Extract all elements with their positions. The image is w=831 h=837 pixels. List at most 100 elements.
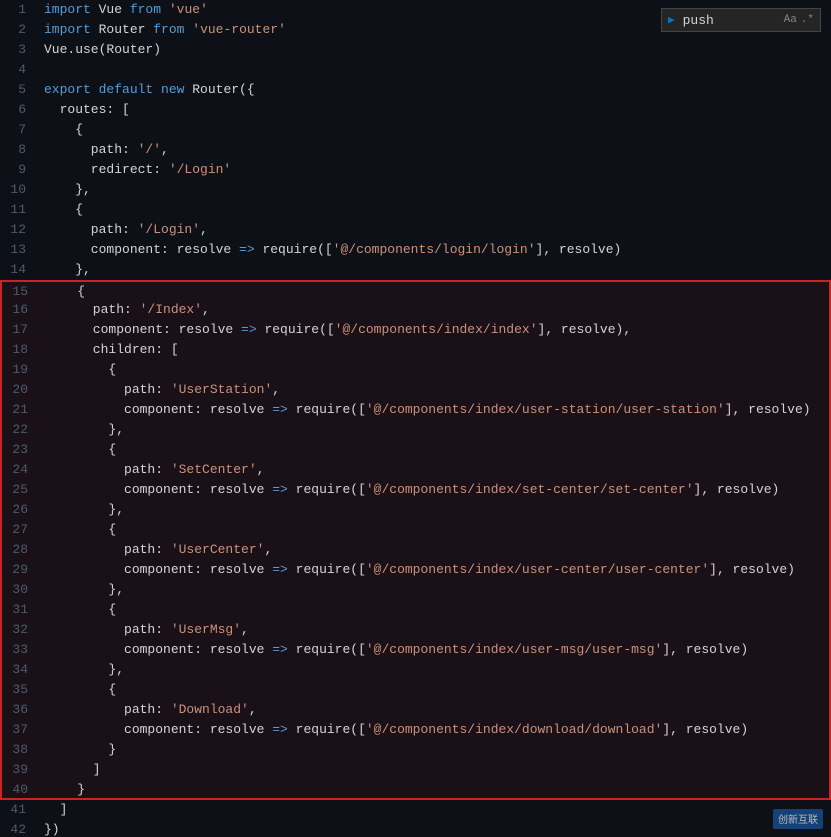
line-content: }, xyxy=(36,260,831,280)
line-number: 19 xyxy=(2,360,38,380)
line-content: { xyxy=(38,520,829,540)
code-line: 35 { xyxy=(0,680,831,700)
line-content: { xyxy=(38,600,829,620)
line-number: 2 xyxy=(0,20,36,40)
code-line: 12 path: '/Login', xyxy=(0,220,831,240)
code-line: 20 path: 'UserStation', xyxy=(0,380,831,400)
line-content: } xyxy=(38,740,829,760)
line-number: 11 xyxy=(0,200,36,220)
line-content: { xyxy=(38,680,829,700)
line-content: component: resolve => require(['@/compon… xyxy=(38,320,829,340)
code-line: 32 path: 'UserMsg', xyxy=(0,620,831,640)
line-content: export default new Router({ xyxy=(36,80,831,100)
line-number: 8 xyxy=(0,140,36,160)
line-content: path: 'UserStation', xyxy=(38,380,829,400)
line-number: 7 xyxy=(0,120,36,140)
line-content: children: [ xyxy=(38,340,829,360)
code-line: 6 routes: [ xyxy=(0,100,831,120)
line-number: 27 xyxy=(2,520,38,540)
line-number: 21 xyxy=(2,400,38,420)
line-number: 31 xyxy=(2,600,38,620)
code-line: 40 } xyxy=(0,780,831,800)
line-number: 14 xyxy=(0,260,36,280)
line-number: 3 xyxy=(0,40,36,60)
code-line: 23 { xyxy=(0,440,831,460)
line-content: path: 'SetCenter', xyxy=(38,460,829,480)
line-number: 35 xyxy=(2,680,38,700)
line-number: 4 xyxy=(0,60,36,80)
code-line: 3Vue.use(Router) xyxy=(0,40,831,60)
line-content: component: resolve => require(['@/compon… xyxy=(38,720,829,740)
code-line: 17 component: resolve => require(['@/com… xyxy=(0,320,831,340)
code-line: 16 path: '/Index', xyxy=(0,300,831,320)
line-number: 18 xyxy=(2,340,38,360)
line-number: 12 xyxy=(0,220,36,240)
line-number: 26 xyxy=(2,500,38,520)
line-number: 34 xyxy=(2,660,38,680)
code-line: 37 component: resolve => require(['@/com… xyxy=(0,720,831,740)
line-content: component: resolve => require(['@/compon… xyxy=(36,240,831,260)
code-line: 36 path: 'Download', xyxy=(0,700,831,720)
code-line: 13 component: resolve => require(['@/com… xyxy=(0,240,831,260)
code-line: 22 }, xyxy=(0,420,831,440)
code-line: 26 }, xyxy=(0,500,831,520)
line-content: } xyxy=(38,780,829,800)
code-line: 33 component: resolve => require(['@/com… xyxy=(0,640,831,660)
line-number: 25 xyxy=(2,480,38,500)
line-content: Vue.use(Router) xyxy=(36,40,831,60)
line-number: 41 xyxy=(0,800,36,820)
code-line: 7 { xyxy=(0,120,831,140)
line-content: path: '/Index', xyxy=(38,300,829,320)
code-line: 34 }, xyxy=(0,660,831,680)
autocomplete-case-btn[interactable]: Aa xyxy=(784,14,797,26)
code-line: 10 }, xyxy=(0,180,831,200)
line-content: redirect: '/Login' xyxy=(36,160,831,180)
code-line: 5export default new Router({ xyxy=(0,80,831,100)
autocomplete-popup[interactable]: ▶ push Aa .* xyxy=(661,8,821,32)
code-line: 38 } xyxy=(0,740,831,760)
line-content: { xyxy=(38,360,829,380)
line-number: 30 xyxy=(2,580,38,600)
line-content: }, xyxy=(38,420,829,440)
line-content: path: 'Download', xyxy=(38,700,829,720)
line-content: }, xyxy=(38,580,829,600)
code-line: 28 path: 'UserCenter', xyxy=(0,540,831,560)
line-content: path: '/Login', xyxy=(36,220,831,240)
autocomplete-controls[interactable]: Aa .* xyxy=(784,14,814,26)
line-number: 40 xyxy=(2,780,38,800)
line-number: 28 xyxy=(2,540,38,560)
code-line: 31 { xyxy=(0,600,831,620)
line-number: 36 xyxy=(2,700,38,720)
line-number: 16 xyxy=(2,300,38,320)
line-content: component: resolve => require(['@/compon… xyxy=(38,560,829,580)
line-content: }) xyxy=(36,820,831,837)
code-line: 27 { xyxy=(0,520,831,540)
code-line: 29 component: resolve => require(['@/com… xyxy=(0,560,831,580)
line-content: component: resolve => require(['@/compon… xyxy=(38,400,829,420)
code-line: 8 path: '/', xyxy=(0,140,831,160)
line-number: 17 xyxy=(2,320,38,340)
line-number: 10 xyxy=(0,180,36,200)
line-content xyxy=(36,60,831,80)
code-line: 18 children: [ xyxy=(0,340,831,360)
line-number: 20 xyxy=(2,380,38,400)
line-number: 24 xyxy=(2,460,38,480)
line-content: ] xyxy=(38,760,829,780)
line-content: path: 'UserCenter', xyxy=(38,540,829,560)
watermark: 创新互联 xyxy=(773,809,823,829)
line-number: 1 xyxy=(0,0,36,20)
code-line: 9 redirect: '/Login' xyxy=(0,160,831,180)
line-number: 6 xyxy=(0,100,36,120)
line-content: { xyxy=(36,120,831,140)
line-number: 15 xyxy=(2,282,38,302)
code-line: 25 component: resolve => require(['@/com… xyxy=(0,480,831,500)
code-line: 19 { xyxy=(0,360,831,380)
autocomplete-regex-btn[interactable]: .* xyxy=(801,14,814,26)
line-content: component: resolve => require(['@/compon… xyxy=(38,480,829,500)
line-number: 9 xyxy=(0,160,36,180)
line-number: 29 xyxy=(2,560,38,580)
line-number: 38 xyxy=(2,740,38,760)
line-number: 5 xyxy=(0,80,36,100)
code-line: 30 }, xyxy=(0,580,831,600)
watermark-badge: 创新互联 xyxy=(773,809,823,829)
